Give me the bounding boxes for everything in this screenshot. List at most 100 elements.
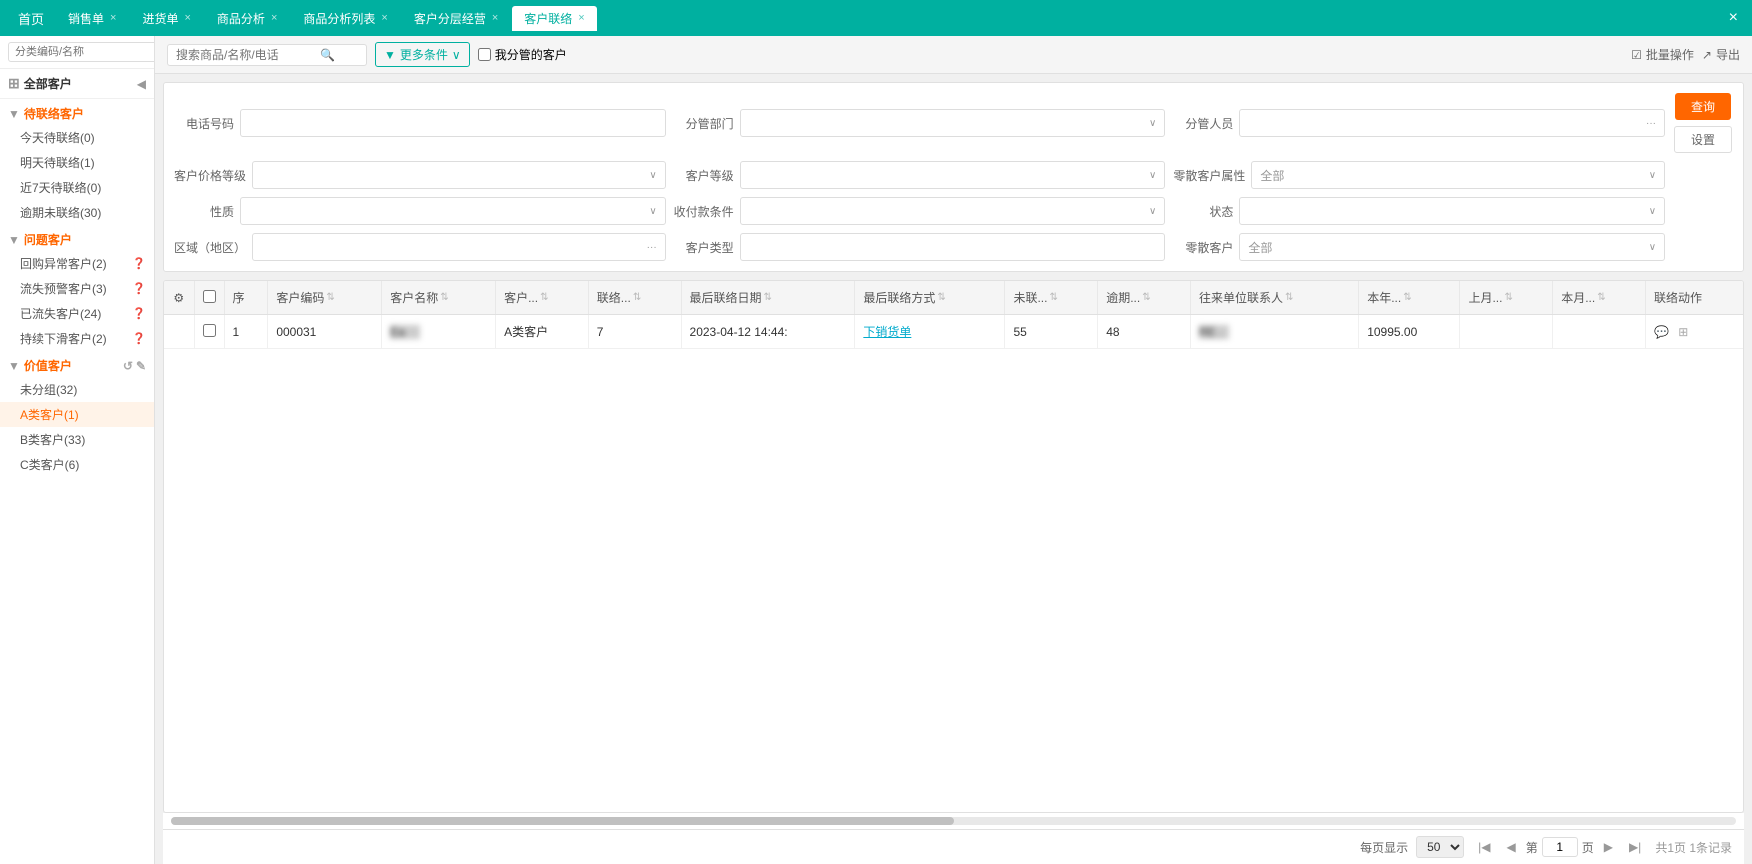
settings-column-header[interactable]: ⚙ <box>164 281 194 315</box>
this-year-sort-icon[interactable]: ⇅ <box>1403 292 1411 303</box>
data-table: ⚙ 序 客户编码 ⇅ <box>164 281 1743 349</box>
row-select-checkbox[interactable] <box>203 324 216 337</box>
close-customer-contact-tab[interactable]: × <box>578 12 584 24</box>
sidebar-item-overdue[interactable]: 逾期未联络(30) <box>0 200 154 225</box>
sidebar-item-churned[interactable]: 已流失客户(24) ❓ <box>0 301 154 326</box>
code-sort-icon[interactable]: ⇅ <box>326 292 334 303</box>
pagination-bar: 每页显示 50 |◀ ◀ 第 页 ▶ ▶| 共1页 1条记录 <box>163 829 1744 864</box>
close-analysis-tab[interactable]: × <box>271 12 277 24</box>
action-expand-icon[interactable]: ⊞ <box>1678 325 1688 339</box>
scroll-thumb[interactable] <box>171 817 954 825</box>
last-contact-type-column-header: 最后联络方式 ⇅ <box>855 281 1005 315</box>
sidebar: 🔍 ⊞ 全部客户 ◀ ▼ 待联络客户 今天待联络(0) 明天待联络(1) 近7天… <box>0 36 155 864</box>
row-last-month <box>1460 315 1553 349</box>
sidebar-item-today[interactable]: 今天待联络(0) <box>0 125 154 150</box>
sidebar-item-abnormal[interactable]: 回购异常客户(2) ❓ <box>0 251 154 276</box>
pending-group-title[interactable]: ▼ 待联络客户 <box>0 99 154 125</box>
name-sort-icon[interactable]: ⇅ <box>440 292 448 303</box>
settings-button[interactable]: 设置 <box>1674 126 1732 153</box>
contacts-blurred: RE . <box>1199 325 1229 339</box>
customer-type-select[interactable] <box>740 233 1166 261</box>
nav-tab-purchase[interactable]: 进货单 × <box>130 6 202 31</box>
sidebar-item-declining[interactable]: 持续下滑客户(2) ❓ <box>0 326 154 351</box>
export-button[interactable]: ↗ 导出 <box>1702 46 1740 63</box>
phone-input[interactable] <box>240 109 666 137</box>
help-icon-declining[interactable]: ❓ <box>132 332 146 345</box>
last-type-sort-icon[interactable]: ⇅ <box>937 292 945 303</box>
nav-home[interactable]: 首页 <box>8 5 54 32</box>
close-purchase-tab[interactable]: × <box>184 12 190 24</box>
problem-group-title[interactable]: ▼ 问题客户 <box>0 225 154 251</box>
last-date-sort-icon[interactable]: ⇅ <box>764 292 772 303</box>
customer-level-select[interactable]: ∨ <box>740 161 1166 189</box>
status-select[interactable]: ∨ <box>1239 197 1665 225</box>
nature-select[interactable]: ∨ <box>240 197 666 225</box>
contacts-sort-icon[interactable]: ⇅ <box>1285 292 1293 303</box>
payment-select[interactable]: ∨ <box>740 197 1166 225</box>
sidebar-item-7days[interactable]: 近7天待联络(0) <box>0 175 154 200</box>
filter-row-4: 区域（地区） ··· 客户类型 零散客户 全部 ∨ <box>174 233 1733 261</box>
select-all-checkbox[interactable] <box>203 290 216 303</box>
contact-count-column-header: 联络... ⇅ <box>588 281 681 315</box>
area-select[interactable]: ··· <box>252 233 666 261</box>
nav-tab-customer-contact[interactable]: 客户联络 × <box>512 6 596 31</box>
page-input[interactable] <box>1542 837 1578 857</box>
horizontal-scrollbar[interactable] <box>163 813 1744 829</box>
row-last-contact-type[interactable]: 下销货单 <box>855 315 1005 349</box>
filter-row-1: 电话号码 分管部门 ∨ 分管人员 ··· <box>174 93 1733 153</box>
price-level-select[interactable]: ∨ <box>252 161 666 189</box>
help-icon-churned[interactable]: ❓ <box>132 307 146 320</box>
page-size-select[interactable]: 50 <box>1416 836 1464 858</box>
retail-select[interactable]: 全部 ∨ <box>1239 233 1665 261</box>
prev-page-button[interactable]: ◀ <box>1500 838 1521 856</box>
search-icon[interactable]: 🔍 <box>320 48 335 62</box>
nav-tab-analysis[interactable]: 商品分析 × <box>205 6 289 31</box>
window-close-button[interactable]: × <box>1723 7 1744 29</box>
action-chat-icon[interactable]: 💬 <box>1654 325 1669 339</box>
dept-select[interactable]: ∨ <box>740 109 1166 137</box>
search-input[interactable] <box>176 48 316 62</box>
help-icon-churn-warning[interactable]: ❓ <box>132 282 146 295</box>
help-icon-abnormal[interactable]: ❓ <box>132 257 146 270</box>
sidebar-item-class-b[interactable]: B类客户(33) <box>0 427 154 452</box>
close-analysis-list-tab[interactable]: × <box>381 12 387 24</box>
retail-attr-select[interactable]: 全部 ∨ <box>1251 161 1665 189</box>
toolbar: 🔍 ▼ 更多条件 ∨ 我分管的客户 ☑ 批量操作 ↗ 导出 <box>155 36 1752 74</box>
nav-tab-analysis-list[interactable]: 商品分析列表 × <box>291 6 399 31</box>
contact-count-sort-icon[interactable]: ⇅ <box>633 292 641 303</box>
close-sales-tab[interactable]: × <box>110 12 116 24</box>
nav-tab-customer-seg[interactable]: 客户分层经营 × <box>402 6 510 31</box>
last-month-sort-icon[interactable]: ⇅ <box>1504 292 1512 303</box>
sidebar-item-class-c[interactable]: C类客户(6) <box>0 452 154 477</box>
no-contact-column-header: 未联... ⇅ <box>1005 281 1098 315</box>
query-button[interactable]: 查询 <box>1675 93 1731 120</box>
level-sort-icon[interactable]: ⇅ <box>540 292 548 303</box>
sidebar-item-class-a[interactable]: A类客户(1) <box>0 402 154 427</box>
no-contact-sort-icon[interactable]: ⇅ <box>1049 292 1057 303</box>
last-page-button[interactable]: ▶| <box>1623 838 1647 856</box>
my-customers-checkbox[interactable] <box>478 48 491 61</box>
this-month-sort-icon[interactable]: ⇅ <box>1597 292 1605 303</box>
sidebar-item-tomorrow[interactable]: 明天待联络(1) <box>0 150 154 175</box>
nav-tab-sales[interactable]: 销售单 × <box>56 6 128 31</box>
manager-select[interactable]: ··· <box>1239 109 1665 137</box>
sidebar-item-unclassified[interactable]: 未分组(32) <box>0 377 154 402</box>
first-page-button[interactable]: |◀ <box>1472 838 1496 856</box>
sidebar-item-churn-warning[interactable]: 流失预警客户(3) ❓ <box>0 276 154 301</box>
sidebar-collapse-icon[interactable]: ◀ <box>137 77 146 91</box>
my-customers-checkbox-area[interactable]: 我分管的客户 <box>478 46 567 63</box>
data-table-container: ⚙ 序 客户编码 ⇅ <box>163 280 1744 813</box>
next-page-button[interactable]: ▶ <box>1598 838 1619 856</box>
overdue-sort-icon[interactable]: ⇅ <box>1142 292 1150 303</box>
more-filter-button[interactable]: ▼ 更多条件 ∨ <box>375 42 470 67</box>
sidebar-search-area: 🔍 <box>0 36 154 69</box>
batch-operation-button[interactable]: ☑ 批量操作 <box>1631 46 1694 63</box>
sidebar-search-input[interactable] <box>8 42 155 62</box>
refresh-icon[interactable]: ↺ <box>123 359 133 373</box>
close-customer-seg-tab[interactable]: × <box>492 12 498 24</box>
action-column-header: 联络动作 <box>1645 281 1743 315</box>
edit-icon[interactable]: ✎ <box>136 359 146 373</box>
dept-dropdown-icon: ∨ <box>1149 118 1156 129</box>
filter-area: 区域（地区） ··· <box>174 233 666 261</box>
value-group-header[interactable]: ▼ 价值客户 ↺ ✎ <box>0 351 154 377</box>
